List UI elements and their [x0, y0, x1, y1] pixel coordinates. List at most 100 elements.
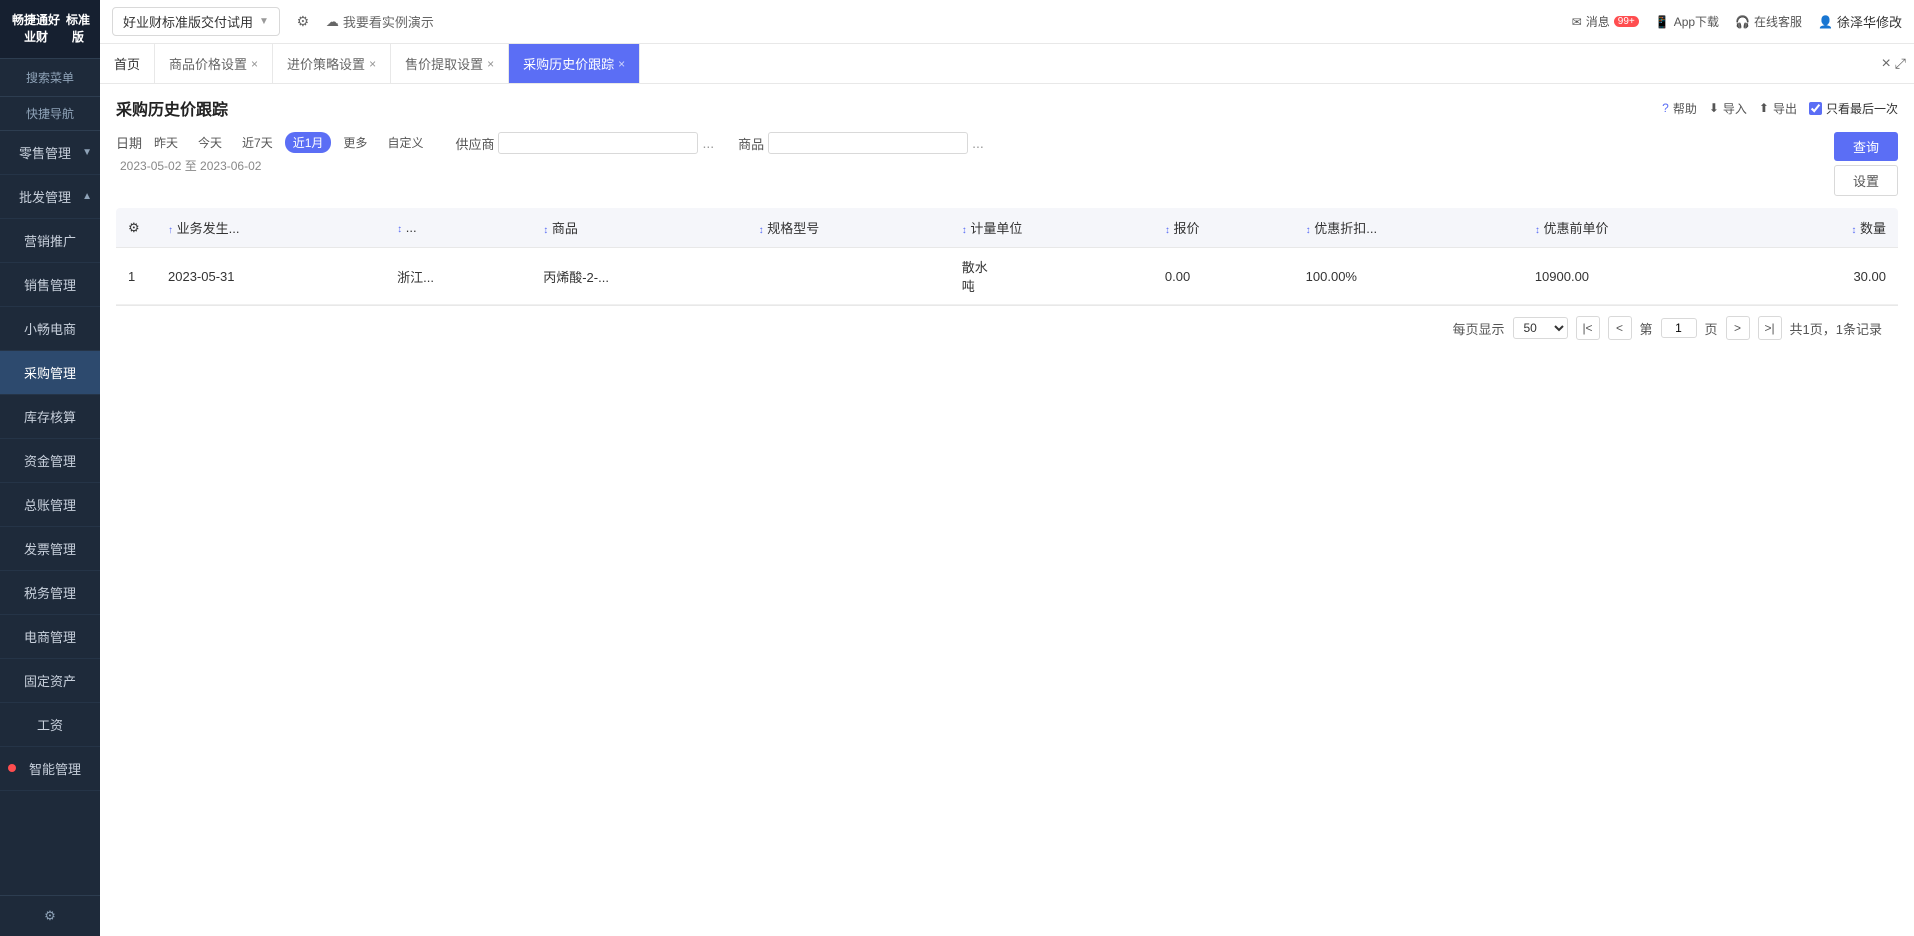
- sidebar-item-tax[interactable]: 税务管理: [0, 571, 100, 615]
- close-window-icon[interactable]: ×: [1881, 55, 1890, 73]
- sidebar-item-inventory[interactable]: 库存核算: [0, 395, 100, 439]
- next-page-btn[interactable]: >: [1726, 316, 1750, 340]
- topbar-right: ✉ 消息 99+ 📱 App下载 🎧 在线客服 👤 徐泽华修改: [1572, 12, 1902, 31]
- phone-icon: 📱: [1655, 15, 1670, 29]
- tab-close-price[interactable]: ×: [251, 57, 258, 71]
- product-input-wrapper: [768, 132, 968, 154]
- filter-settings-btn[interactable]: 设置: [1834, 165, 1898, 196]
- message-icon: ✉: [1572, 15, 1582, 29]
- date-btn-1month[interactable]: 近1月: [285, 132, 332, 153]
- help-btn[interactable]: ? 帮助: [1662, 100, 1697, 117]
- tab-sale-price[interactable]: 售价提取设置 ×: [391, 44, 509, 83]
- topbar-settings-btn[interactable]: ⚙: [288, 7, 318, 37]
- cell-pre-discount-price: 10900.00: [1523, 248, 1757, 305]
- sort-icon: ↕: [397, 224, 402, 235]
- sidebar-item-sales[interactable]: 销售管理: [0, 263, 100, 307]
- supplier-filter: 供应商 ...: [455, 132, 714, 154]
- sidebar-settings[interactable]: ⚙: [0, 895, 100, 936]
- page-input[interactable]: [1661, 318, 1697, 338]
- sidebar-item-finance[interactable]: 资金管理: [0, 439, 100, 483]
- main-area: 好业财标准版交付试用 ▼ ⚙ ☁ 我要看实例演示 ✉ 消息 99+ 📱 App下…: [100, 0, 1914, 936]
- query-btn[interactable]: 查询: [1834, 132, 1898, 161]
- sidebar-search[interactable]: 搜索菜单: [0, 59, 100, 97]
- cell-quantity: 30.00: [1757, 248, 1898, 305]
- sidebar-item-purchase[interactable]: 采购管理: [0, 351, 100, 395]
- cell-supplier: 浙江...: [385, 248, 531, 305]
- supplier-input-wrapper: [498, 132, 698, 154]
- message-btn[interactable]: ✉ 消息 99+: [1572, 13, 1639, 30]
- sort-icon: ↕: [1165, 225, 1170, 236]
- tab-close-strategy[interactable]: ×: [369, 57, 376, 71]
- data-table: ⚙ ↑ 业务发生... ↕ ... ↕: [116, 208, 1898, 305]
- import-btn[interactable]: ⬇ 导入: [1709, 100, 1747, 117]
- pagination: 每页显示 50 20 100 |< < 第 页 > >| 共1页，1条记录: [116, 305, 1898, 350]
- tab-home[interactable]: 首页: [100, 44, 155, 83]
- expand-icon[interactable]: ⤢: [1895, 55, 1906, 72]
- sidebar-item-payroll[interactable]: 工资: [0, 703, 100, 747]
- sidebar-item-assets[interactable]: 固定资产: [0, 659, 100, 703]
- gear-icon: ⚙: [128, 220, 140, 235]
- table-header-row: ⚙ ↑ 业务发生... ↕ ... ↕: [116, 208, 1898, 248]
- sidebar: 畅捷通好业财 标准版 搜索菜单 快捷导航 零售管理 ▼ 批发管理 ▲ 营销推广 …: [0, 0, 100, 936]
- per-page-select[interactable]: 50 20 100: [1513, 317, 1568, 339]
- supplier-input[interactable]: [498, 132, 698, 154]
- col-pre-discount-price[interactable]: ↕ 优惠前单价: [1523, 208, 1757, 248]
- tab-close-purchase-history[interactable]: ×: [618, 57, 625, 71]
- only-last-checkbox[interactable]: [1809, 102, 1822, 115]
- sort-icon: ↕: [1306, 225, 1311, 236]
- prev-page-btn[interactable]: <: [1608, 316, 1632, 340]
- date-btn-today[interactable]: 今天: [190, 132, 230, 153]
- first-page-btn[interactable]: |<: [1576, 316, 1600, 340]
- product-more-btn[interactable]: ...: [972, 135, 984, 151]
- cell-price: 0.00: [1153, 248, 1294, 305]
- date-btn-7days[interactable]: 近7天: [234, 132, 281, 153]
- topbar: 好业财标准版交付试用 ▼ ⚙ ☁ 我要看实例演示 ✉ 消息 99+ 📱 App下…: [100, 0, 1914, 44]
- date-btn-more[interactable]: 更多: [335, 132, 375, 153]
- main-content-area: 采购历史价跟踪 ? 帮助 ⬇ 导入 ⬆ 导出 只看最后一次: [100, 84, 1914, 936]
- col-date[interactable]: ↑ 业务发生...: [156, 208, 385, 248]
- col-unit[interactable]: ↕ 计量单位: [950, 208, 1153, 248]
- date-btn-yesterday[interactable]: 昨天: [146, 132, 186, 153]
- gear-icon: ⚙: [297, 13, 310, 30]
- tab-price[interactable]: 商品价格设置 ×: [155, 44, 273, 83]
- sidebar-item-wholesale[interactable]: 批发管理 ▲: [0, 175, 100, 219]
- product-selector[interactable]: 好业财标准版交付试用 ▼: [112, 7, 280, 36]
- cell-product: 丙烯酸-2-...: [531, 248, 746, 305]
- sidebar-item-ecommerce-small[interactable]: 小畅电商: [0, 307, 100, 351]
- col-spec[interactable]: ↕ 规格型号: [747, 208, 950, 248]
- export-btn[interactable]: ⬆ 导出: [1759, 100, 1797, 117]
- sidebar-item-smart[interactable]: 智能管理: [0, 747, 100, 791]
- demo-link[interactable]: ☁ 我要看实例演示: [326, 12, 434, 31]
- cell-spec: [747, 248, 950, 305]
- sidebar-item-ledger[interactable]: 总账管理: [0, 483, 100, 527]
- sidebar-item-retail[interactable]: 零售管理 ▼: [0, 131, 100, 175]
- date-btn-custom[interactable]: 自定义: [379, 132, 431, 153]
- online-service-btn[interactable]: 🎧 在线客服: [1735, 13, 1802, 30]
- col-price[interactable]: ↕ 报价: [1153, 208, 1294, 248]
- dropdown-arrow-icon: ▼: [259, 16, 269, 27]
- user-info[interactable]: 👤 徐泽华修改: [1818, 12, 1902, 31]
- total-info: 共1页，1条记录: [1790, 319, 1882, 338]
- only-last-checkbox-wrapper: 只看最后一次: [1809, 100, 1898, 117]
- app-logo: 畅捷通好业财 标准版: [0, 0, 100, 59]
- sidebar-item-invoice[interactable]: 发票管理: [0, 527, 100, 571]
- app-download-btn[interactable]: 📱 App下载: [1655, 13, 1719, 30]
- sidebar-item-marketing[interactable]: 营销推广: [0, 219, 100, 263]
- col-more[interactable]: ↕ ...: [385, 208, 531, 248]
- col-product[interactable]: ↕ 商品: [531, 208, 746, 248]
- table-area: ⚙ ↑ 业务发生... ↕ ... ↕: [100, 208, 1914, 936]
- col-gear[interactable]: ⚙: [116, 208, 156, 248]
- sidebar-quick-nav[interactable]: 快捷导航: [0, 97, 100, 131]
- col-quantity[interactable]: ↕ 数量: [1757, 208, 1898, 248]
- page-title: 采购历史价跟踪: [116, 96, 228, 120]
- sort-icon: ↕: [543, 225, 548, 236]
- headset-icon: 🎧: [1735, 15, 1750, 29]
- col-discount[interactable]: ↕ 优惠折扣...: [1294, 208, 1523, 248]
- product-input[interactable]: [768, 132, 968, 154]
- tab-purchase-history[interactable]: 采购历史价跟踪 ×: [509, 44, 640, 83]
- tab-close-sale-price[interactable]: ×: [487, 57, 494, 71]
- tab-strategy[interactable]: 进价策略设置 ×: [273, 44, 391, 83]
- sidebar-item-ecommerce[interactable]: 电商管理: [0, 615, 100, 659]
- supplier-more-btn[interactable]: ...: [702, 135, 714, 151]
- last-page-btn[interactable]: >|: [1758, 316, 1782, 340]
